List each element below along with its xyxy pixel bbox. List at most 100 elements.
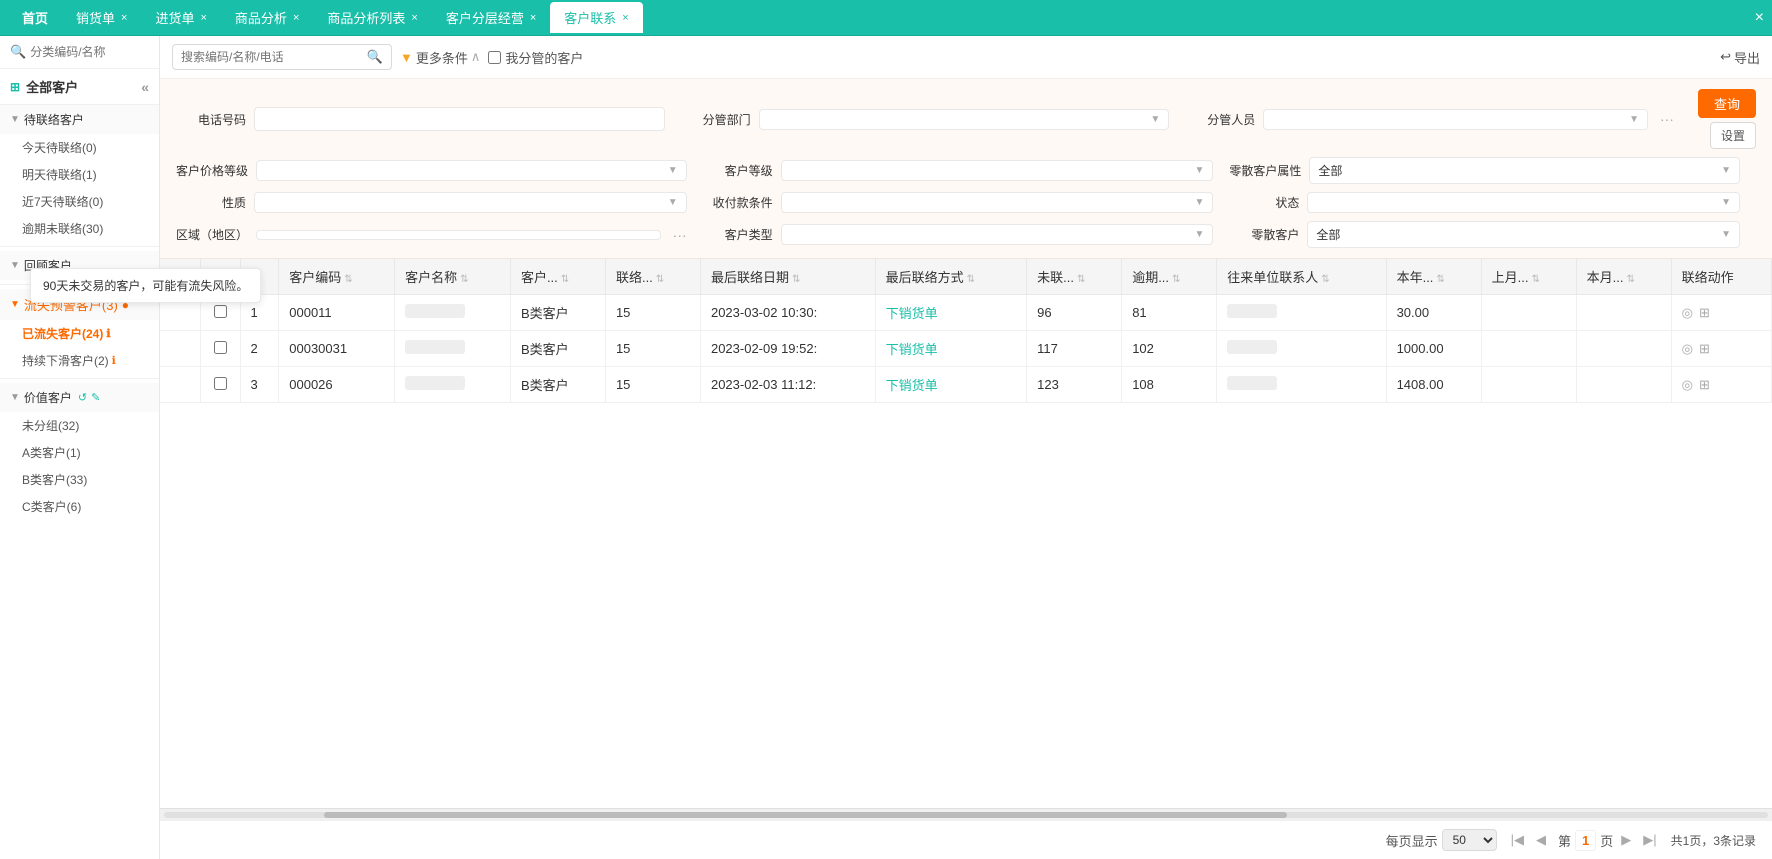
tab-sales-close[interactable]: × xyxy=(121,12,127,24)
cust-grade-select[interactable]: ▼ xyxy=(781,160,1214,181)
pagination-first[interactable]: |◀ xyxy=(1507,830,1528,850)
person-select[interactable]: ▼ xyxy=(1263,109,1648,130)
info-icon: ℹ xyxy=(106,327,110,340)
action-buttons: 查询 设置 xyxy=(1690,89,1756,149)
value-refresh-icon[interactable]: ↺ xyxy=(78,391,87,404)
tab-customer-tier-close[interactable]: × xyxy=(530,12,536,24)
tab-customer-tier[interactable]: 客户分层经营 × xyxy=(432,2,550,33)
code-col-header[interactable]: 客户编码⇅ xyxy=(279,259,395,295)
tab-home[interactable]: 首页 xyxy=(8,2,62,33)
this-month-cell xyxy=(1576,295,1671,331)
sidebar-item-declining[interactable]: 持续下滑客户(2) ℹ xyxy=(0,347,159,374)
phone-input[interactable] xyxy=(254,107,665,131)
filter-panel: 电话号码 分管部门 ▼ 分管人员 ▼ ··· 查询 xyxy=(160,79,1772,259)
sidebar-item-7days[interactable]: 近7天待联络(0) xyxy=(0,188,159,215)
tab-purchase[interactable]: 进货单 × xyxy=(141,2,220,33)
tab-product-list[interactable]: 商品分析列表 × xyxy=(313,2,431,33)
sidebar-all-customers[interactable]: ⊞ 全部客户 « xyxy=(0,69,159,105)
dept-select[interactable]: ▼ xyxy=(759,109,1170,130)
query-button[interactable]: 查询 xyxy=(1698,89,1756,118)
sidebar-item-b-class[interactable]: B类客户(33) xyxy=(0,466,159,493)
search-input[interactable] xyxy=(181,50,363,64)
this-month-col-header[interactable]: 本月...⇅ xyxy=(1576,259,1671,295)
contact-icon[interactable]: ◎ xyxy=(1682,377,1693,393)
last-method-cell[interactable]: 下销货单 xyxy=(875,295,1027,331)
tab-bar: 首页 销货单 × 进货单 × 商品分析 × 商品分析列表 × 客户分层经营 × … xyxy=(0,0,1772,36)
contact-col-header[interactable]: 联络...⇅ xyxy=(605,259,700,295)
tab-product-analysis-close[interactable]: × xyxy=(293,12,299,24)
scatter-select[interactable]: 全部▼ xyxy=(1307,221,1740,248)
my-customers-checkbox-label[interactable]: 我分管的客户 xyxy=(488,48,583,67)
tab-product-list-close[interactable]: × xyxy=(411,12,417,24)
last-date-col-header[interactable]: 最后联络日期⇅ xyxy=(700,259,875,295)
tab-product-analysis[interactable]: 商品分析 × xyxy=(221,2,313,33)
contact-method-link[interactable]: 下销货单 xyxy=(886,306,938,321)
sidebar-item-churn-warning[interactable]: 已流失客户(24) ℹ xyxy=(0,320,159,347)
name-col-header[interactable]: 客户名称⇅ xyxy=(395,259,511,295)
sidebar-group-value-header[interactable]: ▼ 价值客户 ↺ ✎ xyxy=(0,383,159,412)
contact-icon[interactable]: ◎ xyxy=(1682,305,1693,321)
contact-cell: 15 xyxy=(605,331,700,367)
action-cell: ◎ ⊞ xyxy=(1671,331,1771,367)
last-method-col-header[interactable]: 最后联络方式⇅ xyxy=(875,259,1027,295)
scatter-attr-select[interactable]: 全部▼ xyxy=(1309,157,1740,184)
more-icon[interactable]: ⊞ xyxy=(1699,341,1710,357)
sort-icon-method: ⇅ xyxy=(967,274,975,285)
not-contacted-col-header[interactable]: 未联...⇅ xyxy=(1027,259,1122,295)
page-size-select[interactable]: 50 100 200 xyxy=(1442,829,1497,851)
info-icon-2: ℹ xyxy=(112,354,116,367)
filter-cell-cust-grade: 客户等级 ▼ xyxy=(703,160,1230,181)
search-submit-icon[interactable]: 🔍 xyxy=(367,49,383,65)
sidebar-item-tomorrow[interactable]: 明天待联络(1) xyxy=(0,161,159,188)
tab-customer-contact-close[interactable]: × xyxy=(622,12,628,24)
pagination-last[interactable]: ▶| xyxy=(1639,830,1660,850)
horizontal-scrollbar[interactable] xyxy=(160,808,1772,820)
pagination-next[interactable]: ▶ xyxy=(1617,830,1635,850)
row-checkbox[interactable] xyxy=(214,341,227,354)
sidebar-collapse-btn[interactable]: « xyxy=(141,79,149,95)
sidebar-item-a-class[interactable]: A类客户(1) xyxy=(0,439,159,466)
tab-sales[interactable]: 销货单 × xyxy=(62,2,141,33)
filter-more-btn[interactable]: ▼ 更多条件 ∧ xyxy=(400,48,480,67)
arrow-icon-2: ▼ xyxy=(10,260,20,271)
tab-customer-contact[interactable]: 客户联系 × xyxy=(550,2,642,33)
region-select[interactable] xyxy=(256,230,661,240)
window-close-button[interactable]: × xyxy=(1755,9,1764,27)
person-dots[interactable]: ··· xyxy=(1660,111,1674,127)
last-method-cell[interactable]: 下销货单 xyxy=(875,367,1027,403)
export-button[interactable]: ↩ 导出 xyxy=(1720,48,1760,67)
region-dots[interactable]: ··· xyxy=(673,227,687,243)
my-customers-checkbox[interactable] xyxy=(488,51,501,64)
contact-method-link[interactable]: 下销货单 xyxy=(886,342,938,357)
checkbox-cell[interactable] xyxy=(200,331,240,367)
sidebar-item-ungroup[interactable]: 未分组(32) xyxy=(0,412,159,439)
pagination-prev[interactable]: ◀ xyxy=(1532,830,1550,850)
contact-icon[interactable]: ◎ xyxy=(1682,341,1693,357)
sidebar-item-c-class[interactable]: C类客户(6) xyxy=(0,493,159,520)
sidebar-item-today[interactable]: 今天待联络(0) xyxy=(0,134,159,161)
last-method-cell[interactable]: 下销货单 xyxy=(875,331,1027,367)
cust-type-select[interactable]: ▼ xyxy=(781,224,1214,245)
nature-select[interactable]: ▼ xyxy=(254,192,687,213)
settings-button[interactable]: 设置 xyxy=(1710,122,1756,149)
checkbox-cell[interactable] xyxy=(200,367,240,403)
payment-select[interactable]: ▼ xyxy=(781,192,1214,213)
type-col-header[interactable]: 客户...⇅ xyxy=(510,259,605,295)
sidebar-item-overdue[interactable]: 逾期未联络(30) xyxy=(0,215,159,242)
more-icon[interactable]: ⊞ xyxy=(1699,305,1710,321)
this-year-col-header[interactable]: 本年...⇅ xyxy=(1386,259,1481,295)
last-month-col-header[interactable]: 上月...⇅ xyxy=(1481,259,1576,295)
value-edit-icon[interactable]: ✎ xyxy=(91,391,100,404)
price-grade-select[interactable]: ▼ xyxy=(256,160,687,181)
status-select[interactable]: ▼ xyxy=(1307,192,1740,213)
more-icon[interactable]: ⊞ xyxy=(1699,377,1710,393)
tab-purchase-close[interactable]: × xyxy=(200,12,206,24)
sidebar-group-pending-header[interactable]: ▼ 待联络客户 xyxy=(0,105,159,134)
sidebar-search-input[interactable] xyxy=(30,45,149,59)
overdue-cell: 102 xyxy=(1122,331,1217,367)
overdue-col-header[interactable]: 逾期...⇅ xyxy=(1122,259,1217,295)
unit-contact-col-header[interactable]: 往来单位联系人⇅ xyxy=(1217,259,1386,295)
row-checkbox[interactable] xyxy=(214,377,227,390)
contact-method-link[interactable]: 下销货单 xyxy=(886,378,938,393)
row-checkbox[interactable] xyxy=(214,305,227,318)
